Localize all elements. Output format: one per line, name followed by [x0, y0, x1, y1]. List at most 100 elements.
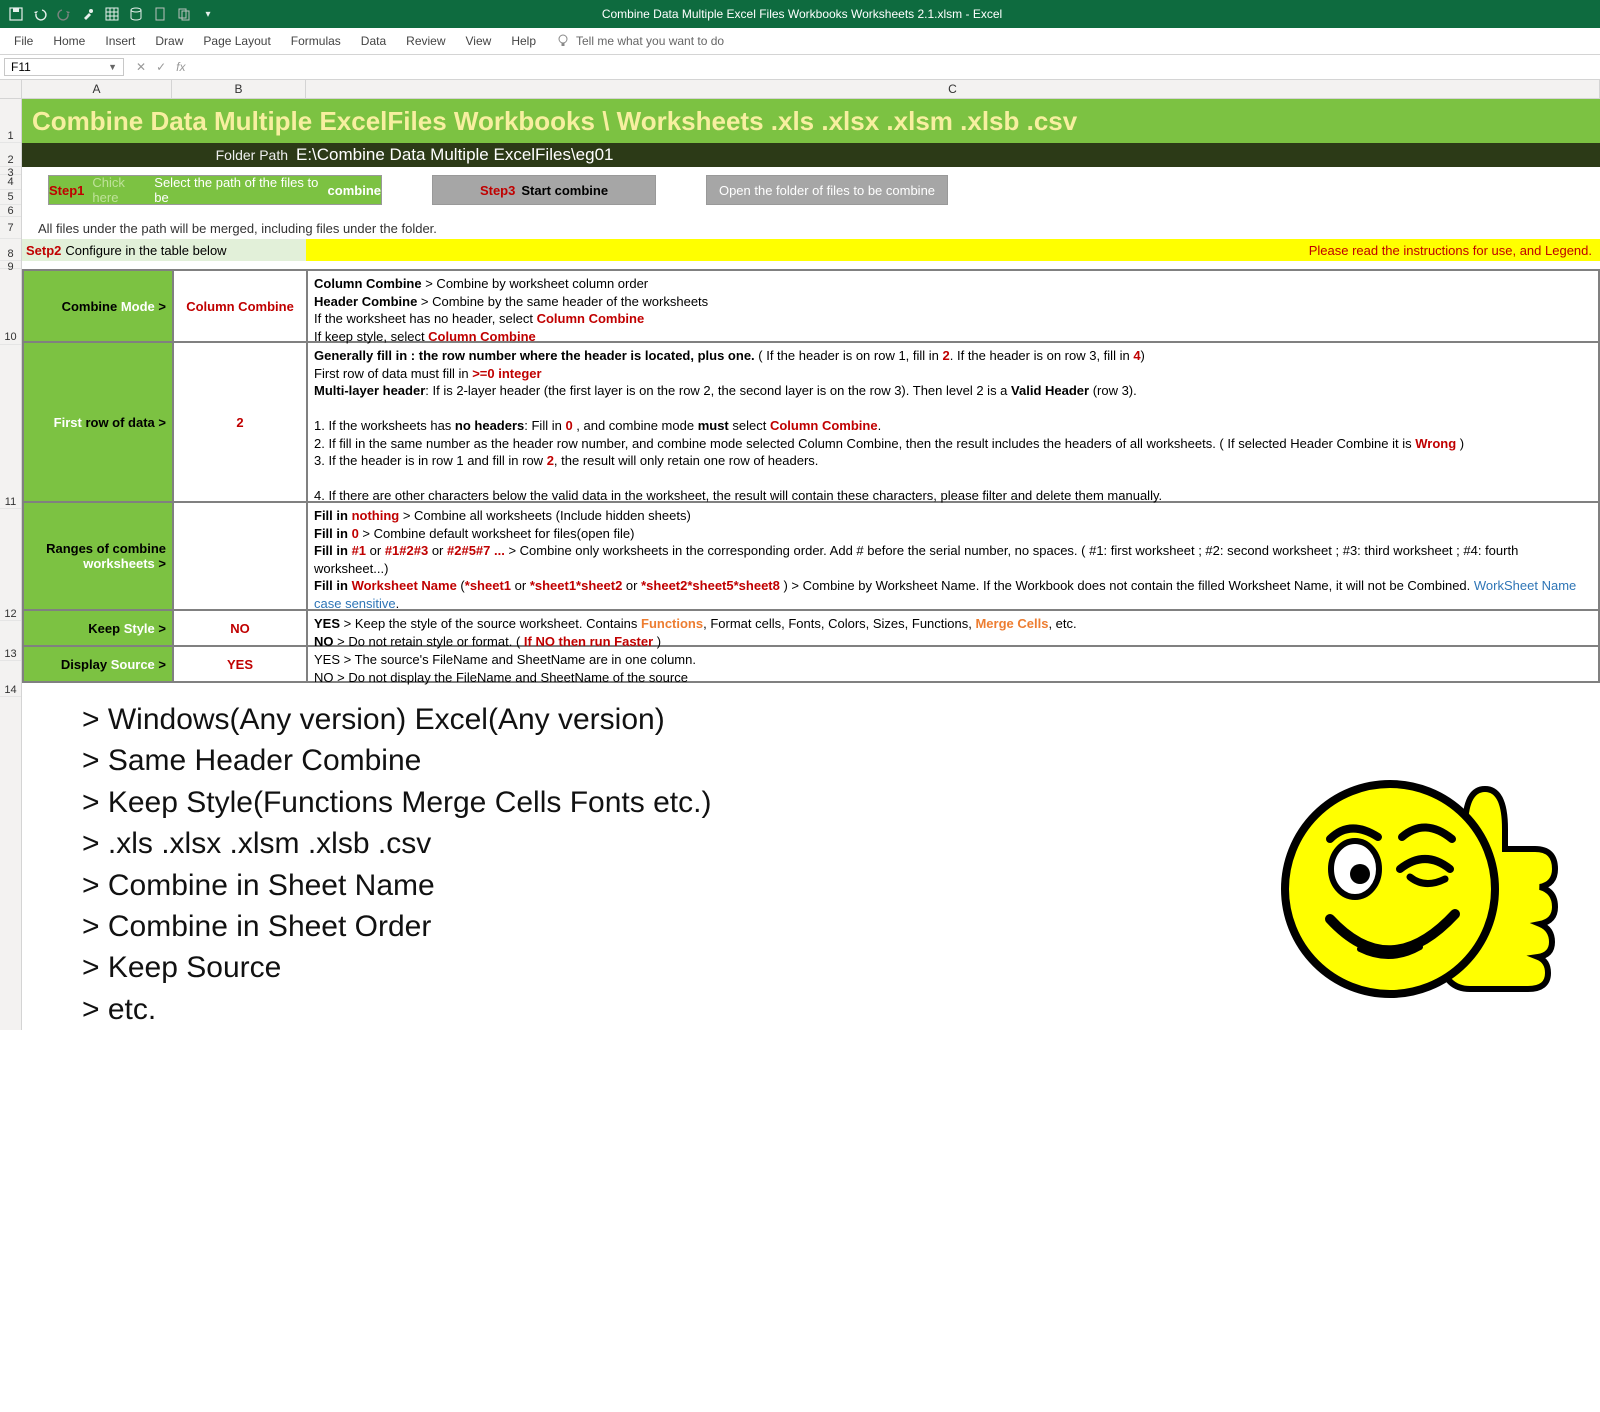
save-icon[interactable]	[8, 6, 24, 22]
row-header[interactable]: 12	[0, 509, 21, 621]
tell-me-text: Tell me what you want to do	[576, 34, 724, 48]
config-row-keep-style: Keep Style > NO YES > Keep the style of …	[24, 611, 1598, 647]
database-icon[interactable]	[128, 6, 144, 22]
row-header[interactable]: 3	[0, 167, 21, 175]
promo-line: > etc.	[82, 989, 711, 1030]
page-title: Combine Data Multiple ExcelFiles Workboo…	[22, 99, 1600, 143]
fx-icon[interactable]: fx	[176, 60, 185, 74]
combine-mode-value[interactable]: Column Combine	[174, 271, 308, 341]
folder-path-value: E:\Combine Data Multiple ExcelFiles\eg01	[296, 145, 613, 165]
row-header[interactable]: 6	[0, 205, 21, 217]
more-icon[interactable]: ▾	[200, 6, 216, 22]
first-row-value[interactable]: 2	[174, 343, 308, 501]
step1-emph: combine	[328, 183, 381, 198]
titlebar: ▾ Combine Data Multiple Excel Files Work…	[0, 0, 1600, 28]
step3-tag: Step3	[480, 183, 515, 198]
step1-click-here: Chick here	[92, 175, 150, 205]
cancel-icon[interactable]: ✕	[136, 60, 146, 74]
chevron-down-icon[interactable]: ▼	[108, 62, 117, 72]
row-header[interactable]: 13	[0, 621, 21, 661]
accept-icon[interactable]: ✓	[156, 60, 166, 74]
promo-section: > Windows(Any version) Excel(Any version…	[22, 683, 1600, 1030]
step2-row: Setp2 Configure in the table below Pleas…	[22, 239, 1600, 261]
formula-input[interactable]	[193, 57, 1600, 77]
tab-draw[interactable]: Draw	[155, 34, 183, 48]
folder-path-row: Folder Path E:\Combine Data Multiple Exc…	[22, 143, 1600, 167]
undo-icon[interactable]	[32, 6, 48, 22]
first-row-desc: Generally fill in : the row number where…	[308, 343, 1598, 501]
grid-icon[interactable]	[104, 6, 120, 22]
row-header[interactable]: 14	[0, 661, 21, 697]
config-row-ranges: Ranges of combineworksheets > Fill in no…	[24, 503, 1598, 611]
config-table: Combine Mode > Column Combine Column Com…	[22, 269, 1600, 683]
row-header[interactable]: 1	[0, 99, 21, 143]
tab-page-layout[interactable]: Page Layout	[203, 34, 270, 48]
promo-text: > Windows(Any version) Excel(Any version…	[82, 699, 711, 1030]
step3-button[interactable]: Step3 Start combine	[432, 175, 656, 205]
step3-label: Start combine	[521, 183, 608, 198]
tab-file[interactable]: File	[14, 34, 33, 48]
display-source-desc: YES > The source's FileName and SheetNam…	[308, 647, 1598, 681]
row-header[interactable]: 9	[0, 261, 21, 269]
thumbs-up-smiley-icon	[1260, 699, 1600, 1030]
name-box-value: F11	[11, 60, 31, 74]
step1-tag: Step1	[49, 183, 84, 198]
row-header[interactable]: 11	[0, 345, 21, 509]
ranges-value[interactable]	[174, 503, 308, 609]
tab-help[interactable]: Help	[511, 34, 536, 48]
name-box[interactable]: F11 ▼	[4, 58, 124, 76]
row-header[interactable]: 5	[0, 190, 21, 205]
col-header-a[interactable]: A	[22, 80, 172, 98]
config-row-display-source: Display Source > YES YES > The source's …	[24, 647, 1598, 681]
config-row-first-row: First row of data > 2 Generally fill in …	[24, 343, 1598, 503]
ribbon-tabs: File Home Insert Draw Page Layout Formul…	[0, 28, 1600, 55]
promo-line: > Keep Source	[82, 947, 711, 988]
col-header-b[interactable]: B	[172, 80, 306, 98]
display-source-value[interactable]: YES	[174, 647, 308, 681]
promo-line: > Keep Style(Functions Merge Cells Fonts…	[82, 782, 711, 823]
page-icon[interactable]	[152, 6, 168, 22]
select-all-corner[interactable]	[0, 80, 22, 98]
keep-style-value[interactable]: NO	[174, 611, 308, 645]
merge-note: All files under the path will be merged,…	[22, 217, 1600, 239]
tab-insert[interactable]: Insert	[105, 34, 135, 48]
tab-home[interactable]: Home	[53, 34, 85, 48]
worksheet: 1 2 3 4 5 6 7 8 9 10 11 12 13 14 Combine…	[0, 99, 1600, 1030]
row-header[interactable]: 10	[0, 269, 21, 345]
promo-line: > Combine in Sheet Order	[82, 906, 711, 947]
row-header[interactable]: 4	[0, 175, 21, 190]
quick-access-toolbar: ▾	[0, 6, 224, 22]
step2-warning: Please read the instructions for use, an…	[306, 239, 1600, 261]
step1-button[interactable]: Step1 Chick here Select the path of the …	[48, 175, 382, 205]
tool-icon[interactable]	[80, 6, 96, 22]
tell-me[interactable]: Tell me what you want to do	[556, 34, 724, 48]
keep-style-desc: YES > Keep the style of the source works…	[308, 611, 1598, 645]
copy-icon[interactable]	[176, 6, 192, 22]
folder-path-label: Folder Path	[22, 147, 296, 163]
formula-bar: F11 ▼ ✕ ✓ fx	[0, 55, 1600, 80]
promo-line: > .xls .xlsx .xlsm .xlsb .csv	[82, 823, 711, 864]
config-row-combine-mode: Combine Mode > Column Combine Column Com…	[24, 271, 1598, 343]
step2-text: Configure in the table below	[65, 243, 226, 258]
step2-tag: Setp2	[26, 243, 61, 258]
combine-mode-desc: Column Combine > Combine by worksheet co…	[308, 271, 1598, 341]
row-header[interactable]: 7	[0, 217, 21, 239]
promo-line: > Same Header Combine	[82, 740, 711, 781]
tab-data[interactable]: Data	[361, 34, 386, 48]
row-header[interactable]: 8	[0, 239, 21, 261]
ranges-desc: Fill in nothing > Combine all worksheets…	[308, 503, 1598, 609]
window-title: Combine Data Multiple Excel Files Workbo…	[224, 7, 1380, 21]
bulb-icon	[556, 34, 570, 48]
col-header-c[interactable]: C	[306, 80, 1600, 98]
tab-formulas[interactable]: Formulas	[291, 34, 341, 48]
open-folder-button[interactable]: Open the folder of files to be combine	[706, 175, 948, 205]
tab-review[interactable]: Review	[406, 34, 445, 48]
column-headers: A B C	[0, 80, 1600, 99]
tab-view[interactable]: View	[466, 34, 492, 48]
redo-icon[interactable]	[56, 6, 72, 22]
promo-line: > Windows(Any version) Excel(Any version…	[82, 699, 711, 740]
step1-text: Select the path of the files to be	[154, 175, 324, 205]
row-headers: 1 2 3 4 5 6 7 8 9 10 11 12 13 14	[0, 99, 22, 1030]
promo-line: > Combine in Sheet Name	[82, 865, 711, 906]
row-header[interactable]: 2	[0, 143, 21, 167]
